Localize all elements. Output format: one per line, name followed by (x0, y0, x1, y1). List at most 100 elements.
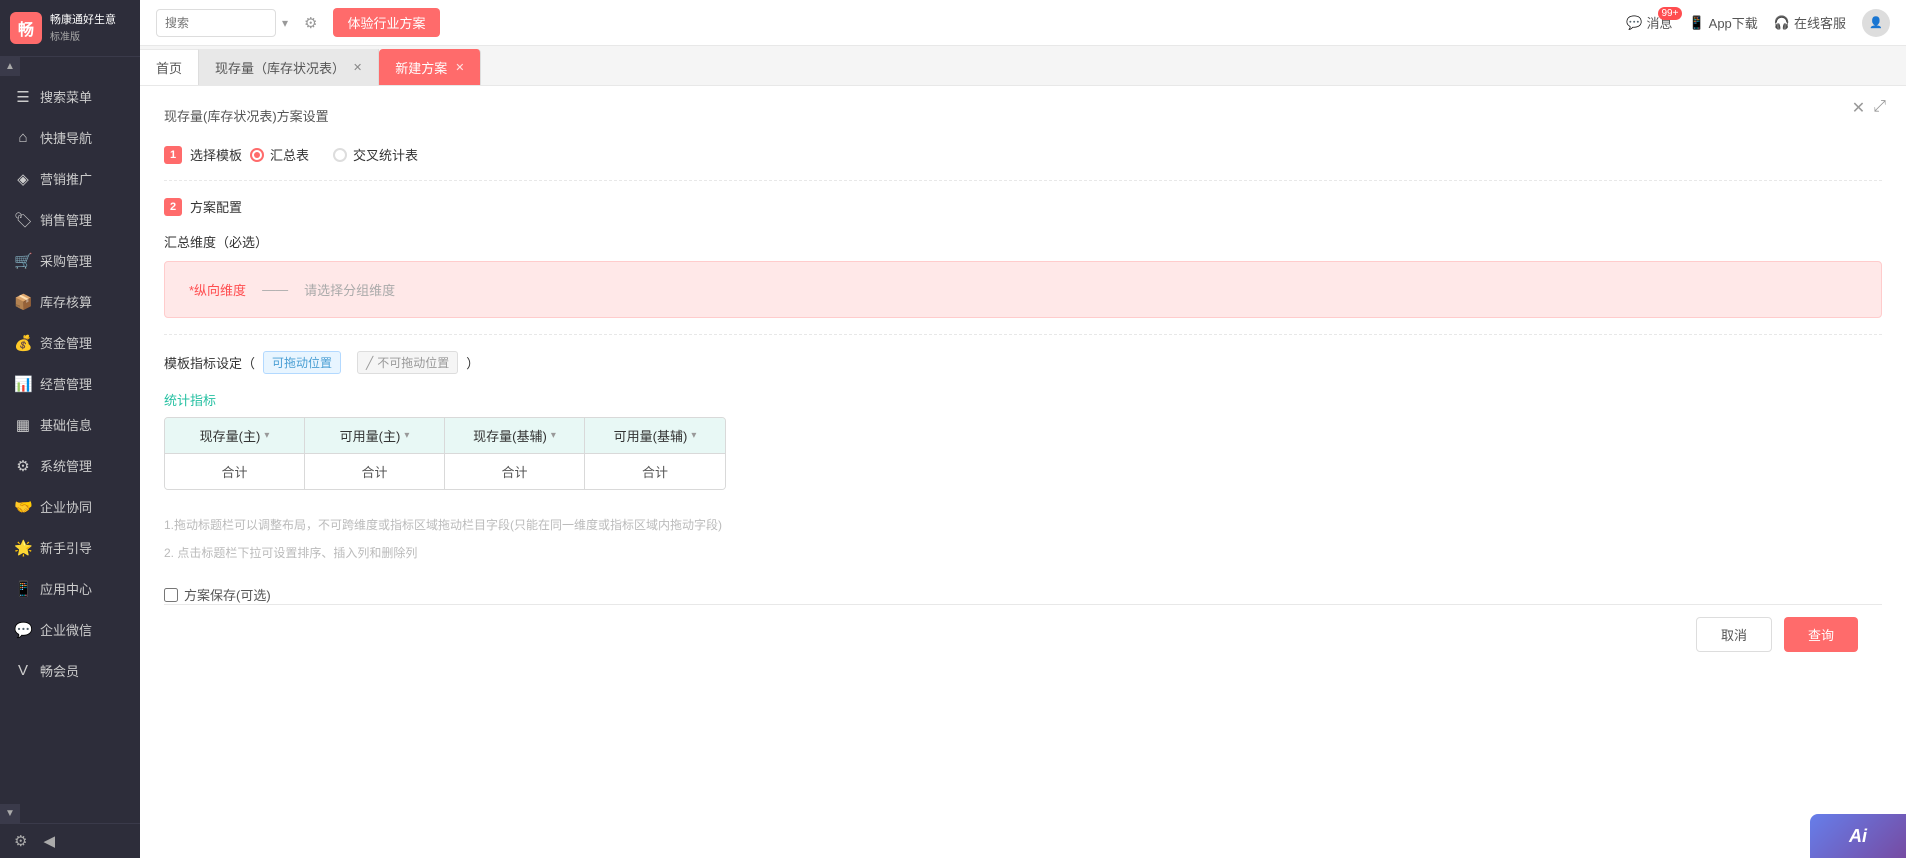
cancel-button[interactable]: 取消 (1696, 617, 1772, 652)
sidebar-item-sales[interactable]: 🏷 销售管理 (0, 199, 140, 240)
app-download-button[interactable]: 📱 App下载 (1688, 13, 1757, 32)
sidebar-item-wechat[interactable]: 💬 企业微信 (0, 609, 140, 650)
sidebar-item-guide[interactable]: 🌟 新手引导 (0, 527, 140, 568)
vertical-dim-row[interactable]: *纵向维度 —— 请选择分组维度 (164, 261, 1882, 318)
sidebar-item-marketing[interactable]: ◈ 营销推广 (0, 158, 140, 199)
save-checkbox[interactable] (164, 588, 178, 602)
non-draggable-badge: ╱ 不可拖动位置 (357, 351, 458, 374)
non-draggable-label: 不可拖动位置 (377, 354, 449, 371)
stats-col-body-0: 合计 (165, 454, 304, 489)
stats-col-body-1: 合计 (305, 454, 444, 489)
stats-col-header-1[interactable]: 可用量(主) ▾ (305, 418, 444, 454)
sidebar-item-operations[interactable]: 📊 经营管理 (0, 363, 140, 404)
tab-inventory-label: 现存量（库存状况表） (215, 58, 345, 77)
dropdown-icon[interactable]: ▾ (282, 16, 288, 30)
section2: 2 方案配置 汇总维度（必选） *纵向维度 —— 请选择分组维度 (164, 197, 1882, 318)
service-label: 在线客服 (1794, 13, 1846, 32)
stats-col-header-3[interactable]: 可用量(基辅) ▾ (585, 418, 725, 454)
topbar: ▾ ⚙ 体验行业方案 💬 消息 99+ 📱 App下载 🎧 在线客服 👤 (140, 0, 1906, 46)
stats-col-body-3: 合计 (585, 454, 725, 489)
stats-table-header: 现存量(主) ▾ 合计 可用量(主) ▾ 合计 (165, 418, 725, 489)
purchase-icon: 🛒 (14, 252, 32, 270)
query-button[interactable]: 查询 (1784, 617, 1858, 652)
col-chevron-2[interactable]: ▾ (551, 430, 556, 441)
panel-expand-icon[interactable]: ⤢ (1873, 98, 1886, 118)
basic-info-icon: ▦ (14, 416, 32, 434)
radio-cross[interactable]: 交叉统计表 (333, 145, 418, 164)
sidebar-item-label: 采购管理 (40, 251, 92, 270)
sidebar-item-vip[interactable]: V 畅会员 (0, 650, 140, 691)
panel-close-icon[interactable]: ✕ (1852, 98, 1865, 118)
tips-item-0: 1.拖动标题栏可以调整布局，不可跨维度或指标区域拖动栏目字段(只能在同一维度或指… (164, 513, 1882, 537)
vertical-dim-dash: —— (262, 282, 288, 297)
finance-icon: 💰 (14, 334, 32, 352)
col-header-label-2: 现存量(基辅) (473, 426, 547, 445)
phone-icon: 📱 (1688, 15, 1704, 31)
sidebar-item-enterprise[interactable]: 🤝 企业协同 (0, 486, 140, 527)
tips-section: 1.拖动标题栏可以调整布局，不可跨维度或指标区域拖动栏目字段(只能在同一维度或指… (164, 513, 1882, 565)
tab-new-plan-label: 新建方案 (395, 58, 447, 77)
user-avatar[interactable]: 👤 (1862, 9, 1890, 37)
stats-col-body-2: 合计 (445, 454, 584, 489)
sidebar-item-label: 快捷导航 (40, 128, 92, 147)
page-content: ✕ ⤢ 现存量(库存状况表)方案设置 1 选择模板 汇总表 交叉统计表 (140, 86, 1906, 858)
sidebar-scroll-up[interactable]: ▲ (0, 57, 20, 76)
col-body-label-1: 合计 (361, 462, 387, 481)
headset-icon: 🎧 (1774, 15, 1790, 31)
app-logo-icon: 畅 (10, 12, 42, 44)
sidebar-item-inventory[interactable]: 📦 库存核算 (0, 281, 140, 322)
sidebar-item-basic-info[interactable]: ▦ 基础信息 (0, 404, 140, 445)
col-chevron-3[interactable]: ▾ (691, 430, 696, 441)
tab-inventory-close[interactable]: ✕ (353, 61, 362, 74)
trial-button[interactable]: 体验行业方案 (333, 8, 439, 37)
settings-footer-icon[interactable]: ⚙ (14, 832, 27, 850)
sidebar-item-search[interactable]: ☰ 搜索菜单 (0, 76, 140, 117)
stats-col-header-0[interactable]: 现存量(主) ▾ (165, 418, 304, 454)
stats-col-3: 可用量(基辅) ▾ 合计 (585, 418, 725, 489)
sidebar: 畅 畅康通好生意 标准版 ▲ ☰ 搜索菜单 ⌂ 快捷导航 ◈ 营销推广 🏷 销售… (0, 0, 140, 858)
radio-summary[interactable]: 汇总表 (250, 145, 309, 164)
sidebar-item-system[interactable]: ⚙ 系统管理 (0, 445, 140, 486)
tab-inventory[interactable]: 现存量（库存状况表） ✕ (199, 49, 379, 85)
stats-col-1: 可用量(主) ▾ 合计 (305, 418, 445, 489)
col-chevron-1[interactable]: ▾ (404, 430, 409, 441)
sidebar-logo: 畅 畅康通好生意 标准版 (0, 0, 140, 57)
message-badge: 99+ (1658, 7, 1683, 20)
save-option-label: 方案保存(可选) (184, 585, 271, 604)
col-chevron-0[interactable]: ▾ (264, 430, 269, 441)
enterprise-icon: 🤝 (14, 498, 32, 516)
sidebar-item-app-center[interactable]: 📱 应用中心 (0, 568, 140, 609)
section2-title: 方案配置 (190, 197, 242, 216)
sidebar-item-label: 营销推广 (40, 169, 92, 188)
search-input[interactable] (156, 9, 276, 37)
tab-home[interactable]: 首页 (140, 49, 199, 85)
sidebar-item-label: 销售管理 (40, 210, 92, 229)
home-icon: ⌂ (14, 129, 32, 146)
topbar-gear-icon[interactable]: ⚙ (304, 14, 317, 32)
sidebar-item-label: 经营管理 (40, 374, 92, 393)
sidebar-item-label: 畅会员 (40, 661, 79, 680)
app-download-label: App下载 (1709, 13, 1758, 32)
speaker-footer-icon[interactable]: ◀ (43, 832, 55, 850)
radio-cross-label: 交叉统计表 (353, 145, 418, 164)
message-button[interactable]: 💬 消息 99+ (1626, 13, 1672, 32)
sidebar-item-label: 搜索菜单 (40, 87, 92, 106)
ai-badge-label: Ai (1849, 826, 1867, 847)
stats-table: 现存量(主) ▾ 合计 可用量(主) ▾ 合计 (164, 417, 726, 490)
tab-new-plan-close[interactable]: ✕ (455, 61, 464, 74)
col-header-label-3: 可用量(基辅) (614, 426, 688, 445)
tab-new-plan[interactable]: 新建方案 ✕ (379, 49, 481, 85)
stats-col-header-2[interactable]: 现存量(基辅) ▾ (445, 418, 584, 454)
sidebar-item-purchase[interactable]: 🛒 采购管理 (0, 240, 140, 281)
bottom-actions: 取消 查询 (164, 604, 1882, 664)
section1-header: 1 选择模板 汇总表 交叉统计表 (164, 145, 1882, 164)
col-body-label-2: 合计 (501, 462, 527, 481)
service-button[interactable]: 🎧 在线客服 (1774, 13, 1846, 32)
divider1 (164, 180, 1882, 181)
sidebar-item-quick-nav[interactable]: ⌂ 快捷导航 (0, 117, 140, 158)
sidebar-scroll-down[interactable]: ▼ (0, 804, 20, 823)
ai-badge[interactable]: Ai (1810, 814, 1906, 858)
sidebar-footer: ⚙ ◀ (0, 823, 140, 858)
topbar-right: 💬 消息 99+ 📱 App下载 🎧 在线客服 👤 (1626, 9, 1890, 37)
sidebar-item-finance[interactable]: 💰 资金管理 (0, 322, 140, 363)
